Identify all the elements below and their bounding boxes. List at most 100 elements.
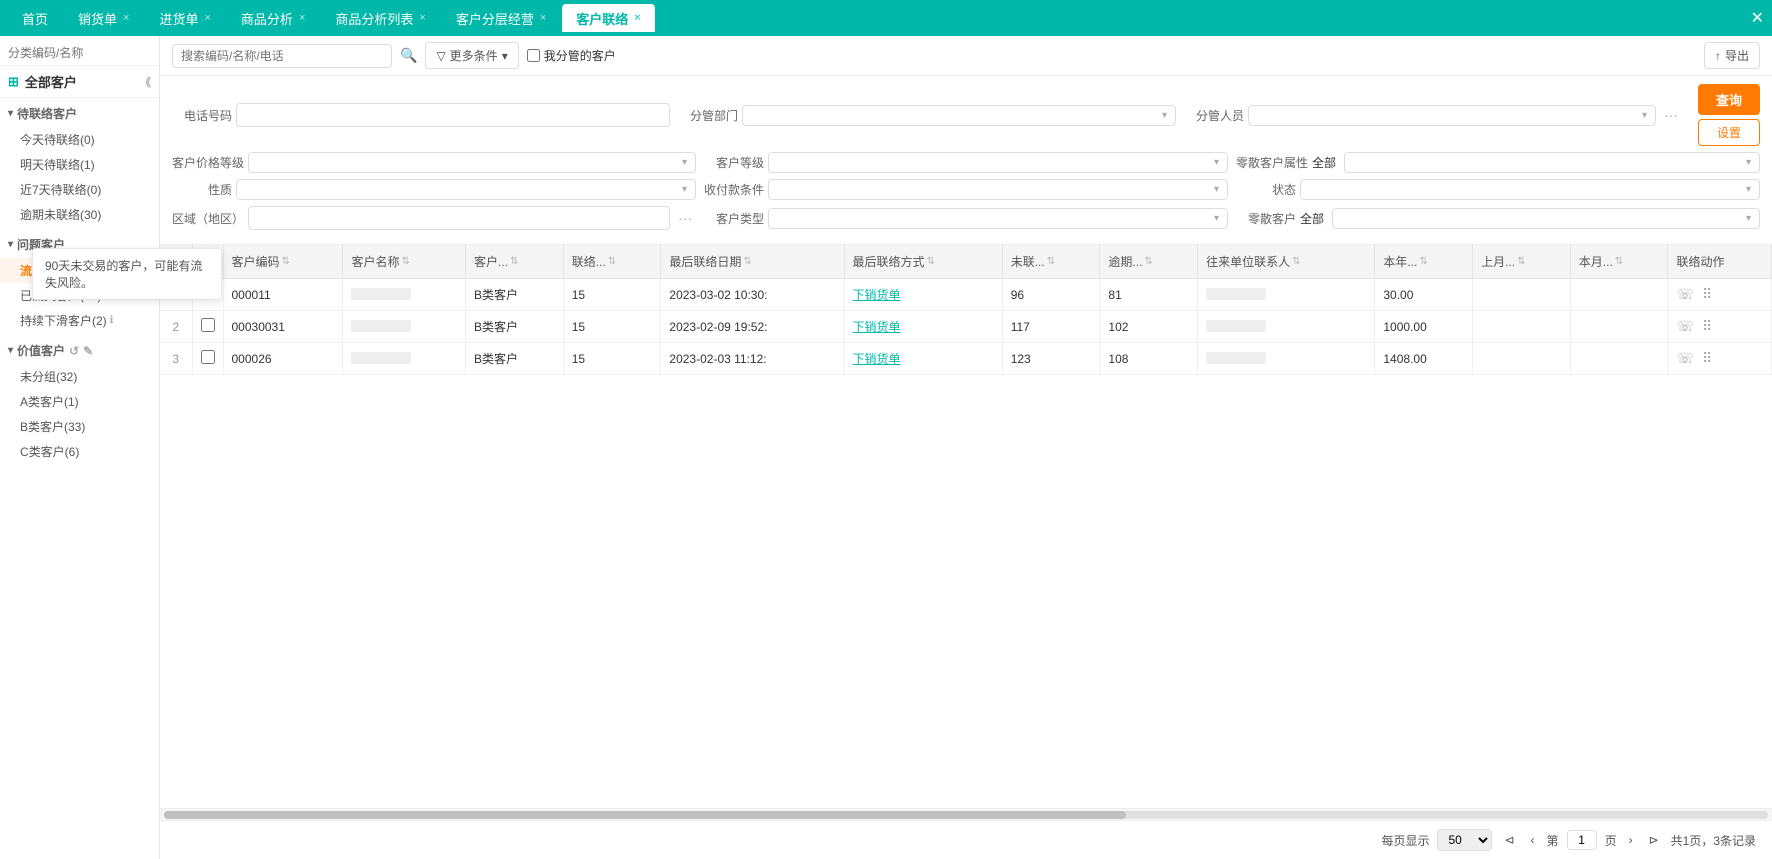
filter-row-4: 区域（地区） ··· 客户类型 ▾ 零散客户 全部 ▾: [172, 206, 1760, 230]
phone-input[interactable]: [236, 103, 670, 127]
sort-name[interactable]: 客户名称 ⇅: [351, 253, 457, 270]
all-customers-header[interactable]: ⊞ 全部客户 《: [0, 66, 159, 98]
th-action: 联络动作: [1668, 245, 1772, 279]
action-more-2[interactable]: ⠿: [1702, 318, 1712, 335]
row-select-2[interactable]: [201, 318, 215, 332]
last-way-link-1[interactable]: 下销货单: [853, 288, 901, 302]
dept-select[interactable]: ▾: [742, 105, 1176, 126]
last-page-btn[interactable]: ⊳: [1645, 831, 1663, 849]
page-size-select[interactable]: 50 100 200: [1437, 829, 1492, 851]
tab-close-analysis[interactable]: ×: [299, 12, 305, 24]
first-page-btn[interactable]: ⊲: [1500, 831, 1518, 849]
sidebar-item-ungrouped[interactable]: 未分组(32): [0, 364, 159, 389]
sidebar-item-class-a[interactable]: A类客户(1): [0, 389, 159, 414]
tab-close-contact[interactable]: ×: [634, 12, 640, 24]
content-area: 🔍 ▽ 更多条件 ▾ 我分管的客户 ↑ 导出 电话号码: [160, 36, 1772, 859]
row-select-3[interactable]: [201, 350, 215, 364]
tab-purchase-order[interactable]: 进货单 ×: [145, 4, 224, 32]
sort-contact[interactable]: 联络... ⇅: [572, 253, 653, 270]
sidebar-item-class-b[interactable]: B类客户(33): [0, 414, 159, 439]
chevron-down-icon4: ▾: [682, 157, 687, 168]
tab-customer-contact[interactable]: 客户联络 ×: [562, 4, 654, 32]
dept-label: 分管部门: [678, 107, 738, 124]
search-btn[interactable]: 🔍: [400, 47, 417, 64]
payment-select[interactable]: ▾: [768, 179, 1228, 200]
tab-close-sales[interactable]: ×: [123, 12, 129, 24]
sort-last-month[interactable]: 上月... ⇅: [1481, 253, 1562, 270]
th-this-month: 本月... ⇅: [1570, 245, 1668, 279]
search-input[interactable]: [172, 44, 392, 68]
sort-last-way[interactable]: 最后联络方式 ⇅: [853, 253, 994, 270]
action-more-3[interactable]: ⠿: [1702, 350, 1712, 367]
zero-cust-select[interactable]: ▾: [1332, 208, 1760, 229]
my-customers-checkbox-label[interactable]: 我分管的客户: [527, 47, 616, 64]
sidebar-item-today[interactable]: 今天待联络(0): [0, 127, 159, 152]
query-btn[interactable]: 查询: [1698, 84, 1760, 115]
region-more-btn[interactable]: ···: [674, 210, 696, 226]
filter-row-3: 性质 ▾ 收付款条件 ▾ 状态: [172, 179, 1760, 200]
tab-close-purchase[interactable]: ×: [204, 12, 210, 24]
arrow-down-icon2: ▾: [8, 239, 13, 250]
section-pending-title[interactable]: ▾ 待联络客户: [0, 100, 159, 127]
last-way-link-2[interactable]: 下销货单: [853, 320, 901, 334]
sort-code[interactable]: 客户编码 ⇅: [232, 253, 335, 270]
chevron-down-icon9: ▾: [1746, 184, 1751, 195]
cust-level-select[interactable]: ▾: [768, 152, 1228, 173]
tab-close-analysis-list[interactable]: ×: [419, 12, 425, 24]
tab-product-analysis-list[interactable]: 商品分析列表 ×: [321, 4, 439, 32]
filter-group-price-level: 客户价格等级 ▾: [172, 152, 696, 173]
action-chat-3[interactable]: ☏: [1676, 350, 1694, 367]
refresh-icon[interactable]: ↺: [69, 344, 79, 358]
last-way-link-3[interactable]: 下销货单: [853, 352, 901, 366]
section-value-title[interactable]: ▾ 价值客户 ↺ ✎: [0, 337, 159, 364]
price-level-select[interactable]: ▾: [248, 152, 696, 173]
per-page-label: 每页显示: [1381, 832, 1429, 849]
sidebar-item-declining[interactable]: 持续下滑客户(2) ℹ: [0, 308, 159, 333]
filter-row-1: 电话号码 分管部门 ▾ 分管人员 ▾ ···: [172, 84, 1760, 146]
sort-last-date[interactable]: 最后联络日期 ⇅: [669, 253, 835, 270]
window-close-btn[interactable]: ✕: [1751, 8, 1764, 28]
tab-home[interactable]: 首页: [8, 4, 62, 32]
edit-icon[interactable]: ✎: [83, 344, 93, 358]
settings-btn[interactable]: 设置: [1698, 119, 1760, 146]
horizontal-scrollbar[interactable]: [160, 808, 1772, 820]
sort-type[interactable]: 客户... ⇅: [474, 253, 555, 270]
prev-page-btn[interactable]: ‹: [1527, 831, 1539, 849]
sort-contacts[interactable]: 往来单位联系人 ⇅: [1206, 253, 1366, 270]
tab-close-layered[interactable]: ×: [540, 12, 546, 24]
cust-type-select[interactable]: ▾: [768, 208, 1228, 229]
row-contacts-1: [1198, 279, 1375, 311]
action-more-1[interactable]: ⠿: [1702, 286, 1712, 303]
manager-more-btn[interactable]: ···: [1660, 107, 1682, 123]
sidebar-item-overdue[interactable]: 逾期未联络(30): [0, 202, 159, 227]
sort-this-year[interactable]: 本年... ⇅: [1383, 253, 1464, 270]
row-actions-1: ☏ ⠿: [1668, 279, 1772, 311]
nature-select[interactable]: ▾: [236, 179, 696, 200]
sidebar-search-input[interactable]: [8, 46, 160, 60]
export-btn[interactable]: ↑ 导出: [1704, 42, 1760, 69]
sort-overdue[interactable]: 逾期... ⇅: [1108, 253, 1189, 270]
status-select[interactable]: ▾: [1300, 179, 1760, 200]
region-input[interactable]: [248, 206, 670, 230]
next-page-btn[interactable]: ›: [1625, 831, 1637, 849]
sidebar-item-7days[interactable]: 近7天待联络(0): [0, 177, 159, 202]
row-last-way-1: 下销货单: [844, 279, 1002, 311]
table-row: 2 00030031 B类客户 15 2023-02-09 19:52: 下销货…: [160, 311, 1772, 343]
sort-icon-contact: ⇅: [608, 256, 616, 267]
zero-attr-select[interactable]: ▾: [1344, 152, 1760, 173]
tab-sales-order[interactable]: 销货单 ×: [64, 4, 143, 32]
row-last-date-2: 2023-02-09 19:52:: [661, 311, 844, 343]
action-chat-2[interactable]: ☏: [1676, 318, 1694, 335]
my-customers-checkbox[interactable]: [527, 49, 540, 62]
sort-this-month[interactable]: 本月... ⇅: [1579, 253, 1660, 270]
tab-product-analysis[interactable]: 商品分析 ×: [227, 4, 319, 32]
tab-customer-layered[interactable]: 客户分层经营 ×: [442, 4, 560, 32]
sidebar-item-class-c[interactable]: C类客户(6): [0, 439, 159, 464]
sidebar-item-tomorrow[interactable]: 明天待联络(1): [0, 152, 159, 177]
manager-select[interactable]: ▾: [1248, 105, 1656, 126]
more-filters-btn[interactable]: ▽ 更多条件 ▾: [425, 42, 518, 69]
page-number-input[interactable]: [1567, 830, 1597, 850]
action-chat-1[interactable]: ☏: [1676, 286, 1694, 303]
sort-uncontacted[interactable]: 未联... ⇅: [1011, 253, 1092, 270]
main-layout: 🔍 ⊞ 全部客户 《 ▾ 待联络客户 今天待联络(0) 明天待联络(1) 近7天…: [0, 36, 1772, 859]
